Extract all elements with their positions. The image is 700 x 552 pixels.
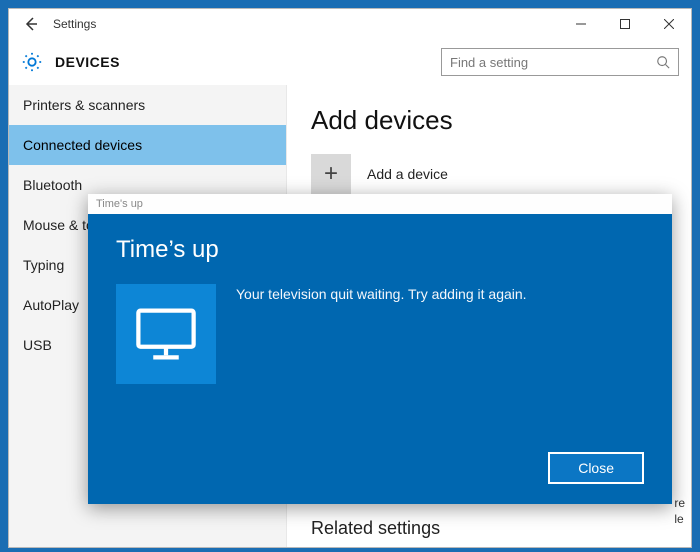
back-arrow-icon: [23, 16, 39, 32]
maximize-icon: [620, 19, 630, 29]
plus-icon: +: [311, 154, 351, 194]
dialog-close-label: Close: [578, 460, 614, 476]
dialog-message: Your television quit waiting. Try adding…: [236, 284, 527, 384]
dialog-heading: Time’s up: [116, 236, 644, 264]
minimize-button[interactable]: [559, 9, 603, 39]
dialog-titlebar: Time's up: [88, 194, 672, 214]
back-button[interactable]: [9, 9, 53, 39]
sidebar-item-label: Printers & scanners: [23, 97, 145, 113]
sidebar-item-connected-devices[interactable]: Connected devices: [9, 125, 286, 165]
dialog-content: Your television quit waiting. Try adding…: [116, 284, 644, 384]
minimize-icon: [576, 19, 586, 29]
sidebar-item-label: USB: [23, 337, 52, 353]
search-placeholder: Find a setting: [450, 55, 656, 70]
dialog-body: Time’s up Your television quit waiting. …: [88, 214, 672, 504]
maximize-button[interactable]: [603, 9, 647, 39]
content-heading: Add devices: [311, 105, 667, 136]
monitor-icon: [116, 284, 216, 384]
search-icon: [656, 55, 670, 69]
dialog-window-title: Time's up: [96, 198, 143, 210]
sidebar-item-label: AutoPlay: [23, 297, 79, 313]
add-device-label: Add a device: [367, 166, 448, 182]
truncated-text: rele: [674, 495, 685, 527]
window-title: Settings: [53, 17, 96, 31]
dialog-footer: Close: [116, 452, 644, 484]
add-device-button[interactable]: + Add a device: [311, 154, 667, 194]
search-input[interactable]: Find a setting: [441, 48, 679, 76]
header-row: DEVICES Find a setting: [9, 39, 691, 85]
close-window-button[interactable]: [647, 9, 691, 39]
sidebar-item-label: Bluetooth: [23, 177, 82, 193]
sidebar-item-label: Connected devices: [23, 137, 142, 153]
gear-icon: [21, 51, 43, 73]
titlebar: Settings: [9, 9, 691, 39]
page-title: DEVICES: [55, 54, 120, 70]
close-icon: [664, 19, 674, 29]
sidebar-item-printers-scanners[interactable]: Printers & scanners: [9, 85, 286, 125]
dialog-close-button[interactable]: Close: [548, 452, 644, 484]
timesup-dialog: Time's up Time’s up Your television quit…: [88, 194, 672, 504]
related-settings-heading: Related settings: [311, 518, 440, 539]
sidebar-item-label: Typing: [23, 257, 64, 273]
